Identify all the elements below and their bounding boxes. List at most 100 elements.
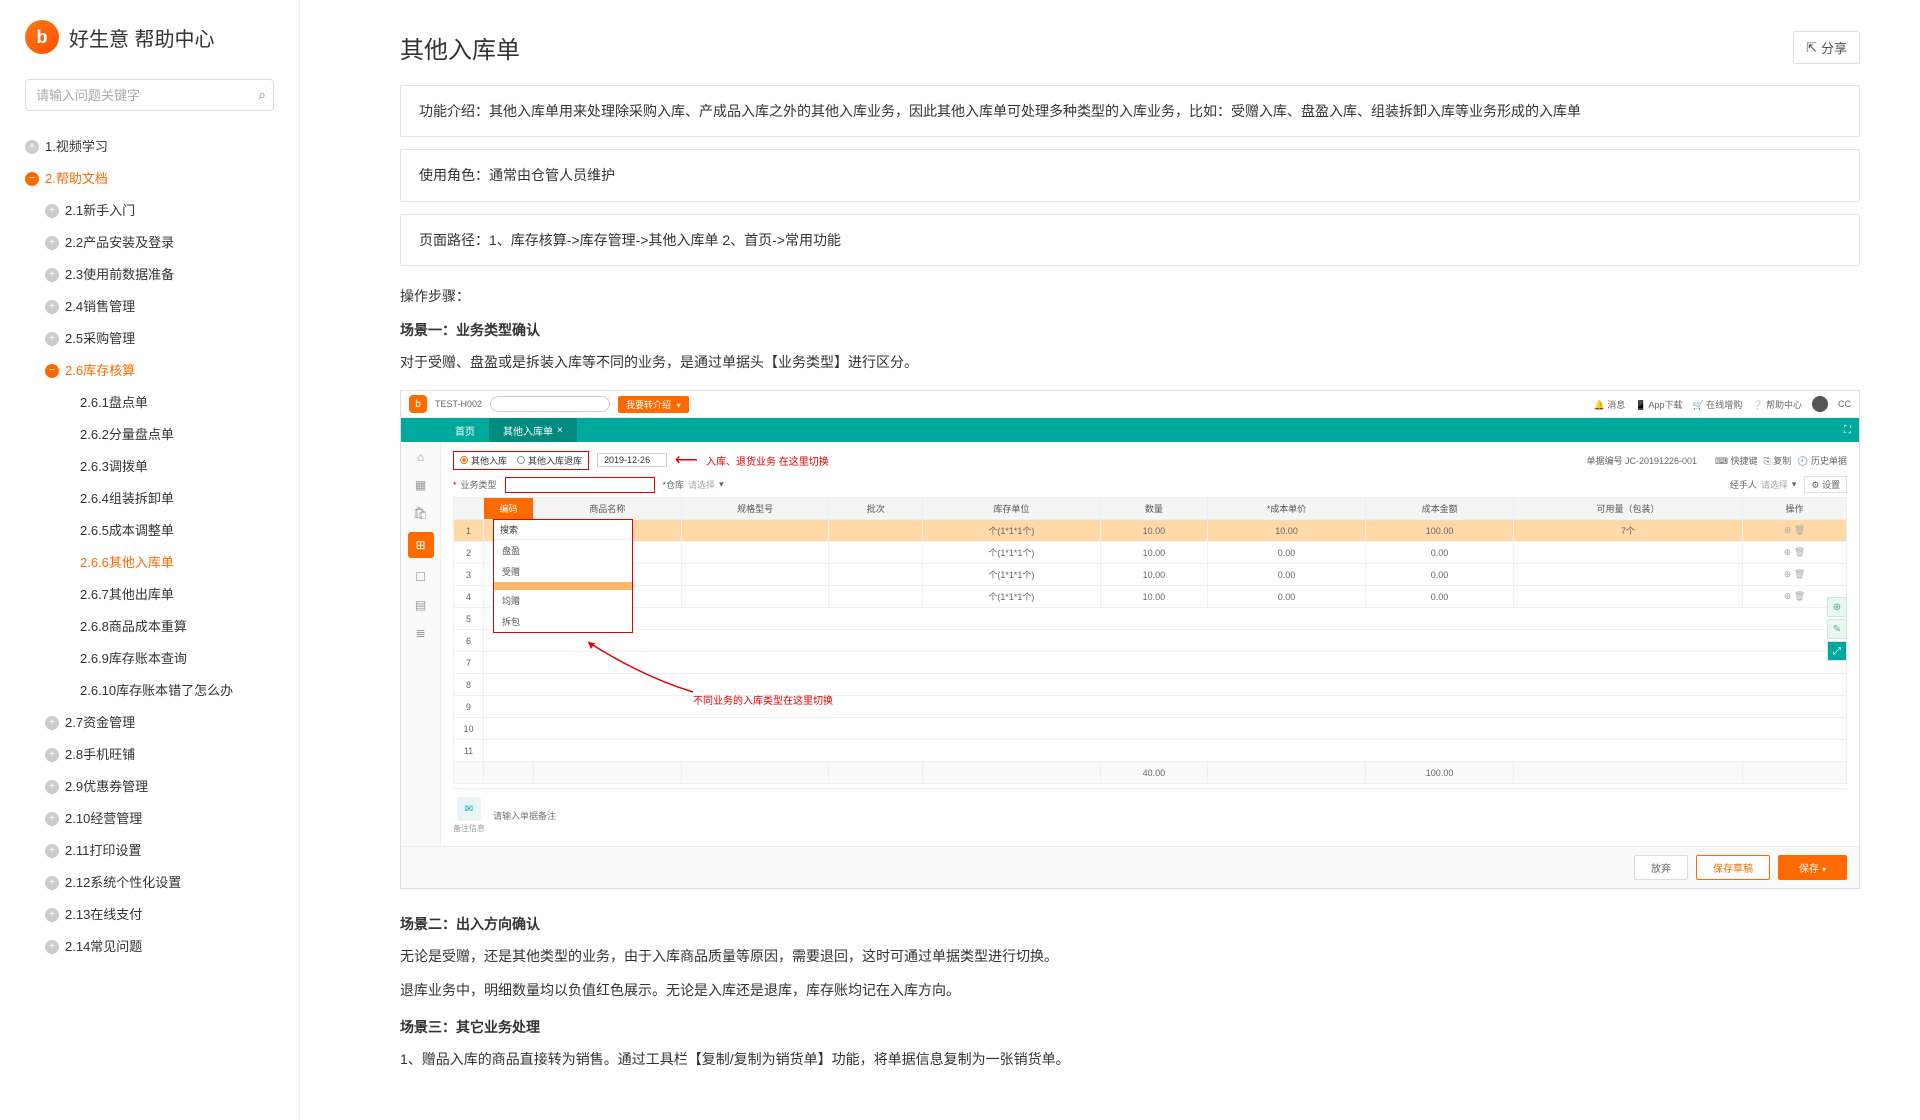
expand-icon: + [45, 748, 59, 762]
dd-option[interactable]: 盘盈 [494, 540, 632, 561]
th-attr: 库存单位 [922, 498, 1100, 520]
nav-home-icon[interactable]: ⌂ [412, 448, 430, 466]
nav-label: 1.视频学习 [45, 131, 108, 163]
shot-avatar-icon[interactable] [1812, 396, 1828, 412]
nav-268[interactable]: 2.6.8商品成本重算 [25, 611, 274, 643]
nav-267[interactable]: 2.6.7其他出库单 [25, 579, 274, 611]
shortcut-link[interactable]: ⌨ 快捷键 [1715, 454, 1758, 467]
nav-210[interactable]: +2.10经营管理 [25, 803, 274, 835]
nav-chart-icon[interactable]: ≣ [412, 624, 430, 642]
tool-icon[interactable]: ✎ [1827, 619, 1847, 639]
shot-app-link[interactable]: 📱 App下载 [1635, 398, 1682, 411]
scene2-title: 场景二：出入方向确认 [400, 914, 1860, 934]
nav-262[interactable]: 2.6.2分量盘点单 [25, 419, 274, 451]
steps-label: 操作步骤： [400, 286, 1860, 306]
draft-button[interactable]: 保存草稿 [1696, 855, 1770, 880]
nav-21[interactable]: +2.1新手入门 [25, 195, 274, 227]
role-text: 通常由仓管人员维护 [489, 167, 615, 183]
collapse-icon: − [45, 364, 59, 378]
nav-stock-icon[interactable]: ⊞ [408, 532, 434, 558]
cancel-button[interactable]: 放弃 [1634, 855, 1688, 880]
logo-icon: b [25, 20, 59, 54]
shot-tab-home[interactable]: 首页 [441, 418, 489, 442]
nav-label: 2.14常见问题 [65, 931, 142, 963]
shot-search-input[interactable] [490, 396, 610, 412]
main-content: 其他入库单 ⇱分享 功能介绍：其他入库单用来处理除采购入库、产成品入库之外的其他… [300, 0, 1900, 1120]
nav-25[interactable]: +2.5采购管理 [25, 323, 274, 355]
nav-214[interactable]: +2.14常见问题 [25, 931, 274, 963]
nav-docs[interactable]: −2.帮助文档 [25, 163, 274, 195]
search-input[interactable] [25, 79, 274, 111]
business-type-select[interactable] [505, 477, 655, 493]
date-input[interactable]: 2019-12-26 [597, 453, 667, 467]
dd-option[interactable]: 受赠 [494, 561, 632, 582]
nav-263[interactable]: 2.6.3调拨单 [25, 451, 274, 483]
shot-help-link[interactable]: ❔ 帮助中心 [1752, 398, 1802, 411]
nav-22[interactable]: +2.2产品安装及登录 [25, 227, 274, 259]
th-name: 商品名称 [534, 498, 682, 520]
tool-icon[interactable]: ⊕ [1827, 597, 1847, 617]
nav-label: 2.13在线支付 [65, 899, 142, 931]
nav-24[interactable]: +2.4销售管理 [25, 291, 274, 323]
nav-2610[interactable]: 2.6.10库存账本错了怎么办 [25, 675, 274, 707]
shot-add-link[interactable]: 🛒 在线增购 [1693, 398, 1743, 411]
table-row[interactable]: 2个(1*1*1个)10.000.000.00⊕ 🗑 [454, 542, 1847, 564]
search-icon[interactable]: ⌕ [258, 87, 266, 104]
shot-company: TEST-H002 [435, 399, 482, 409]
nav-27[interactable]: +2.7资金管理 [25, 707, 274, 739]
remark-input[interactable] [493, 811, 1847, 821]
nav-212[interactable]: +2.12系统个性化设置 [25, 867, 274, 899]
radio-inbound[interactable]: 其他入库 [460, 454, 507, 467]
nav-video[interactable]: +1.视频学习 [25, 131, 274, 163]
dd-option[interactable]: 拆包 [494, 611, 632, 632]
save-button[interactable]: 保存▾ [1778, 855, 1847, 880]
nav-report-icon[interactable]: ▤ [412, 596, 430, 614]
nav-213[interactable]: +2.13在线支付 [25, 899, 274, 931]
arrow-icon: ⟵ [675, 450, 698, 470]
close-icon[interactable]: × [557, 425, 563, 436]
table-row[interactable]: 3个(1*1*1个)10.000.000.00⊕ 🗑 [454, 564, 1847, 586]
nav-264[interactable]: 2.6.4组装拆卸单 [25, 483, 274, 515]
nav-box-icon[interactable]: ☐ [412, 568, 430, 586]
dropdown-search[interactable]: 搜索 [494, 520, 632, 540]
shot-username: CC [1838, 399, 1851, 409]
tool-icon[interactable]: ⤢ [1827, 641, 1847, 661]
history-link[interactable]: 🕘 历史单据 [1797, 454, 1847, 467]
expand-icon: + [45, 844, 59, 858]
nav-269[interactable]: 2.6.9库存账本查询 [25, 643, 274, 675]
nav-211[interactable]: +2.11打印设置 [25, 835, 274, 867]
copy-link[interactable]: ⎘ 复制 [1764, 454, 1792, 467]
dd-option-selected[interactable] [494, 582, 632, 590]
path-box: 页面路径：1、库存核算->库存管理->其他入库单 2、首页->常用功能 [400, 214, 1860, 266]
shot-referral-button[interactable]: 我要转介绍 ▾ [618, 396, 689, 413]
nav-266[interactable]: 2.6.6其他入库单 [25, 547, 274, 579]
shot-msg-link[interactable]: 🔔 消息 [1594, 398, 1626, 411]
expand-icon: + [45, 940, 59, 954]
setting-button[interactable]: ⚙ 设置 [1804, 476, 1847, 493]
shot-logo-icon: b [409, 395, 427, 413]
expand-icon: + [45, 780, 59, 794]
nav-26[interactable]: −2.6库存核算 [25, 355, 274, 387]
nav-label: 2.6.9库存账本查询 [80, 643, 187, 675]
nav-doc-icon[interactable]: ▦ [412, 476, 430, 494]
shot-tab-current[interactable]: 其他入库单× [489, 418, 577, 442]
nav-cart-icon[interactable]: 🛍 [412, 504, 430, 522]
nav-261[interactable]: 2.6.1盘点单 [25, 387, 274, 419]
fullscreen-icon[interactable]: ⛶ [1836, 425, 1859, 436]
expand-icon: + [45, 876, 59, 890]
nav-29[interactable]: +2.9优惠券管理 [25, 771, 274, 803]
nav-28[interactable]: +2.8手机旺铺 [25, 739, 274, 771]
shot-tabs: 首页 其他入库单× ⛶ [401, 418, 1859, 442]
nav-23[interactable]: +2.3使用前数据准备 [25, 259, 274, 291]
nav-label: 2.6.4组装拆卸单 [80, 483, 174, 515]
share-button[interactable]: ⇱分享 [1793, 31, 1860, 64]
field-business-type: *业务类型 [453, 478, 497, 491]
th-stock: 可用量（包装） [1513, 498, 1742, 520]
radio-return[interactable]: 其他入库退库 [517, 454, 582, 467]
table-row[interactable]: 4个(1*1*1个)10.000.000.00⊕ 🗑 [454, 586, 1847, 608]
nav-265[interactable]: 2.6.5成本调整单 [25, 515, 274, 547]
dd-option[interactable]: 均赠 [494, 590, 632, 611]
table-row[interactable]: 1个(1*1*1个)10.0010.00100.007个⊕ 🗑 [454, 520, 1847, 542]
nav-label: 2.6.10库存账本错了怎么办 [80, 675, 233, 707]
scene2-p1: 无论是受赠，还是其他类型的业务，由于入库商品质量等原因，需要退回，这时可通过单据… [400, 944, 1860, 969]
